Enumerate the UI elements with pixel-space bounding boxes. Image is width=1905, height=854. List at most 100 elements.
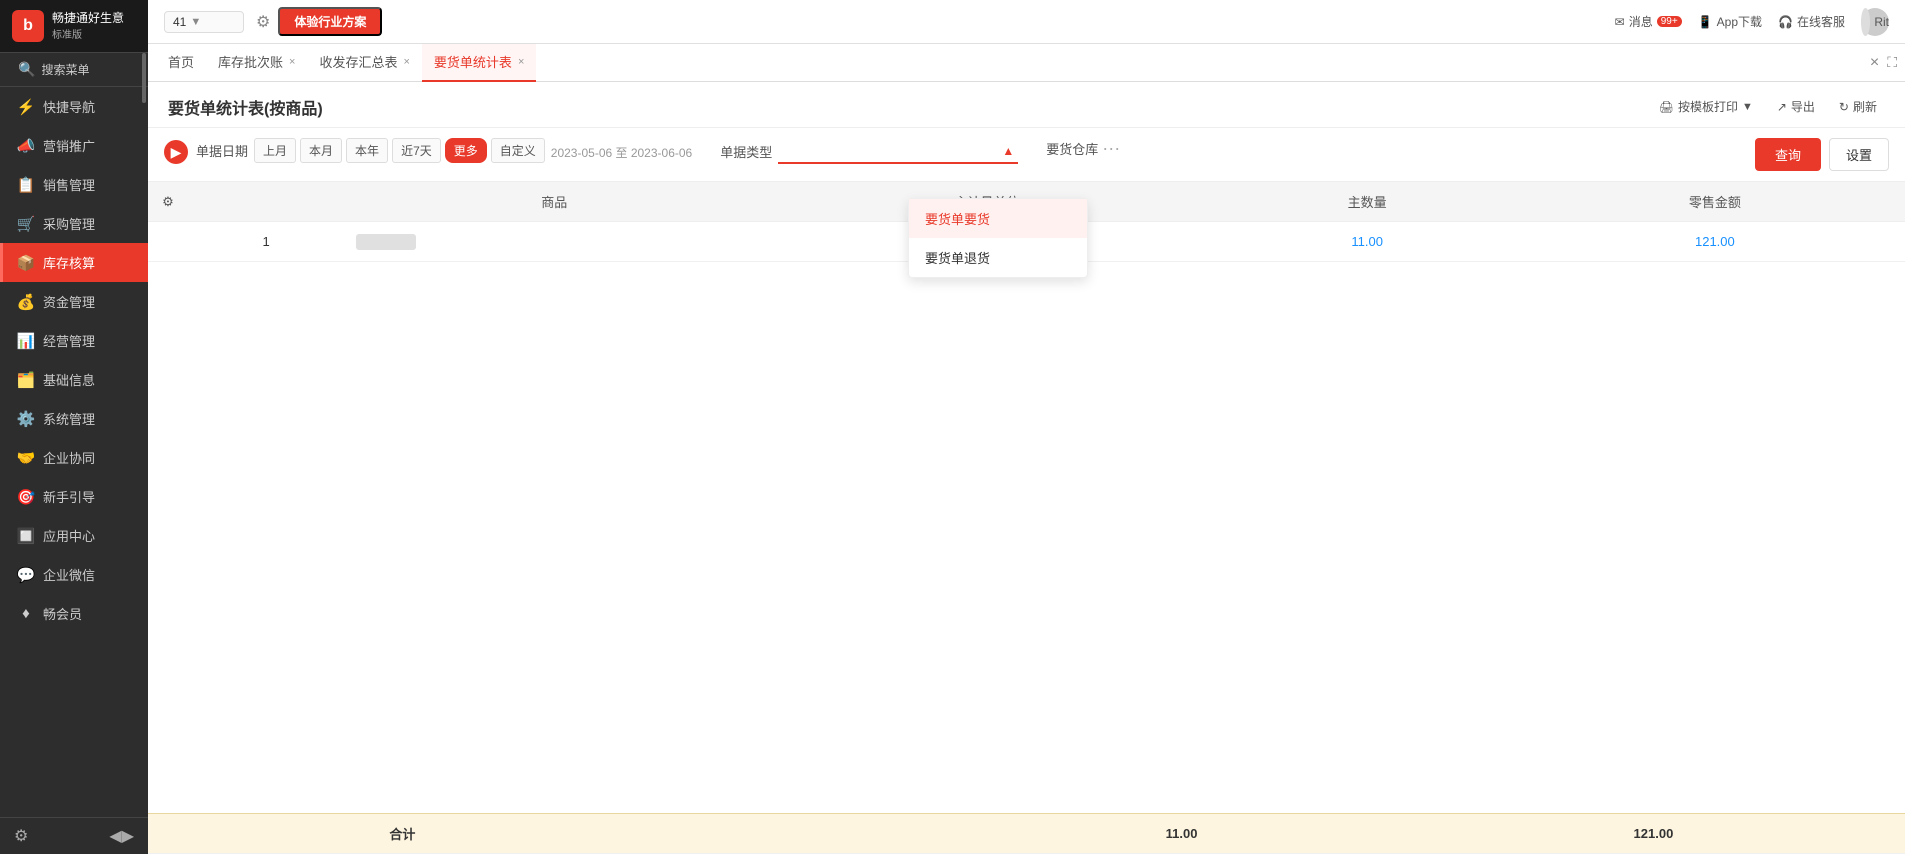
table-settings-icon[interactable]: ⚙	[162, 194, 174, 209]
filter-custom[interactable]: 自定义	[491, 138, 545, 163]
warehouse-label: 要货仓库	[1046, 139, 1098, 158]
product-placeholder	[356, 234, 416, 250]
sidebar-item-guide[interactable]: 🎯 新手引导	[0, 477, 148, 516]
sidebar-item-vip[interactable]: ♦ 畅会员	[0, 594, 148, 633]
export-btn[interactable]: ↗ 导出	[1769, 94, 1823, 119]
topbar-settings-icon[interactable]: ⚙	[256, 12, 270, 32]
warehouse-more-btn[interactable]: ···	[1102, 138, 1120, 159]
tab-receivable-summary[interactable]: 收发存汇总表 ×	[307, 44, 421, 82]
print-icon: 🖨	[1659, 100, 1674, 114]
message-label: 消息	[1629, 13, 1653, 30]
sidebar-item-label: 新手引导	[43, 487, 95, 506]
tab-batch-account-label: 库存批次账	[218, 52, 283, 71]
filter-this-month[interactable]: 本月	[300, 138, 342, 163]
col-gear[interactable]: ⚙	[148, 182, 188, 222]
store-selector[interactable]: 41 ▼	[164, 11, 244, 33]
footer-row: 合计 11.00 121.00	[148, 814, 1905, 854]
app-download-label: App下载	[1717, 13, 1762, 30]
type-select[interactable]: ▲	[778, 138, 1018, 164]
sidebar-item-label: 应用中心	[43, 526, 95, 545]
sidebar-item-label: 系统管理	[43, 409, 95, 428]
page-title: 要货单统计表(按商品)	[168, 95, 323, 119]
filter-this-year[interactable]: 本年	[346, 138, 388, 163]
sidebar-item-inventory[interactable]: 📦 库存核算	[0, 243, 148, 282]
sidebar-search[interactable]: 🔍 搜索菜单	[0, 53, 148, 87]
sidebar-item-label: 快捷导航	[43, 97, 95, 116]
filter-last-7days[interactable]: 近7天	[392, 138, 441, 163]
print-arrow: ▼	[1742, 101, 1753, 113]
refresh-btn[interactable]: ↻ 刷新	[1831, 94, 1885, 119]
dropdown-item-order-return[interactable]: 要货单退货	[909, 238, 1087, 277]
finance-icon: 💰	[17, 293, 35, 311]
tabs-expand-btn[interactable]: ⛶	[1887, 54, 1897, 71]
print-label: 按模板打印	[1678, 98, 1738, 115]
tab-home[interactable]: 首页	[156, 44, 206, 82]
store-dropdown-arrow: ▼	[190, 16, 201, 28]
promo-button[interactable]: 体验行业方案	[278, 7, 382, 36]
sidebar-item-app-center[interactable]: 🔲 应用中心	[0, 516, 148, 555]
tabs-actions: × ⛶	[1870, 54, 1897, 72]
sidebar-item-wechat[interactable]: 💬 企业微信	[0, 555, 148, 594]
export-label: 导出	[1791, 98, 1815, 115]
tab-order-stats[interactable]: 要货单统计表 ×	[422, 44, 536, 82]
tab-home-label: 首页	[168, 52, 194, 71]
table-footer: 合计 11.00 121.00	[148, 813, 1905, 854]
row-index: 1	[188, 222, 344, 262]
tab-receivable-label: 收发存汇总表	[319, 52, 397, 71]
customer-service-label: 在线客服	[1797, 13, 1845, 30]
sidebar-item-label: 基础信息	[43, 370, 95, 389]
tab-receivable-close[interactable]: ×	[403, 56, 409, 68]
phone-icon: 📱	[1698, 15, 1713, 29]
settings-btn[interactable]: 设置	[1829, 138, 1889, 171]
sidebar-item-basic[interactable]: 🗂️ 基础信息	[0, 360, 148, 399]
filter-more[interactable]: 更多	[445, 138, 487, 163]
tab-order-stats-close[interactable]: ×	[518, 56, 524, 68]
sidebar: b 畅捷通好生意 标准版 🔍 搜索菜单 ⚡ 快捷导航 📣 营销推广 📋 销售管理…	[0, 0, 148, 854]
enterprise-icon: 🤝	[17, 449, 35, 467]
filter-last-month[interactable]: 上月	[254, 138, 296, 163]
query-btn[interactable]: 查询	[1755, 138, 1821, 171]
sidebar-item-finance[interactable]: 💰 资金管理	[0, 282, 148, 321]
dropdown-item-order-goods[interactable]: 要货单要货	[909, 199, 1087, 238]
filter-actions: 查询 设置	[1755, 138, 1889, 171]
user-avatar[interactable]: Rit	[1861, 8, 1889, 36]
sidebar-item-label: 企业微信	[43, 565, 95, 584]
tabs-close-btn[interactable]: ×	[1870, 54, 1879, 72]
user-name: Rit	[1874, 15, 1889, 29]
sidebar-item-enterprise[interactable]: 🤝 企业协同	[0, 438, 148, 477]
sidebar-settings-btn[interactable]: ⚙	[14, 826, 28, 846]
guide-icon: 🎯	[17, 488, 35, 506]
topbar-right: ✉ 消息 99+ 📱 App下载 🎧 在线客服 Rit	[1615, 8, 1889, 36]
sales-icon: 📋	[17, 176, 35, 194]
tab-batch-account-close[interactable]: ×	[289, 56, 295, 68]
sidebar-item-label: 销售管理	[43, 175, 95, 194]
sidebar-item-system[interactable]: ⚙️ 系统管理	[0, 399, 148, 438]
sidebar-nav: ⚡ 快捷导航 📣 营销推广 📋 销售管理 🛒 采购管理 📦 库存核算 💰 资金管…	[0, 87, 148, 817]
export-icon: ↗	[1777, 100, 1787, 114]
quantity-link[interactable]: 11.00	[1351, 234, 1383, 249]
message-btn[interactable]: ✉ 消息 99+	[1615, 13, 1682, 30]
sidebar-item-label: 畅会员	[43, 604, 82, 623]
tab-batch-account[interactable]: 库存批次账 ×	[206, 44, 307, 82]
sidebar-item-purchase[interactable]: 🛒 采购管理	[0, 204, 148, 243]
print-template-btn[interactable]: 🖨 按模板打印 ▼	[1651, 94, 1761, 119]
app-logo-icon: b	[12, 10, 44, 42]
footer-unit-cell	[772, 814, 961, 854]
app-brand-version: 标准版	[52, 26, 124, 41]
sidebar-item-quick-nav[interactable]: ⚡ 快捷导航	[0, 87, 148, 126]
sidebar-item-operations[interactable]: 📊 经营管理	[0, 321, 148, 360]
amount-link[interactable]: 121.00	[1695, 234, 1735, 249]
wechat-icon: 💬	[17, 566, 35, 584]
sidebar-footer: ⚙ ◀▶	[0, 817, 148, 854]
sidebar-item-marketing[interactable]: 📣 营销推广	[0, 126, 148, 165]
app-center-icon: 🔲	[17, 527, 35, 545]
message-badge: 99+	[1657, 16, 1682, 27]
filter-expand-btn[interactable]: ▶	[164, 140, 188, 164]
type-filter-label: 单据类型	[720, 142, 772, 161]
col-amount: 零售金额	[1525, 182, 1905, 222]
customer-service-btn[interactable]: 🎧 在线客服	[1778, 13, 1845, 30]
date-range-display: 2023-05-06 至 2023-06-06	[551, 144, 692, 161]
sidebar-item-sales[interactable]: 📋 销售管理	[0, 165, 148, 204]
sidebar-collapse-btn[interactable]: ◀▶	[109, 826, 134, 846]
app-download-btn[interactable]: 📱 App下载	[1698, 13, 1762, 30]
